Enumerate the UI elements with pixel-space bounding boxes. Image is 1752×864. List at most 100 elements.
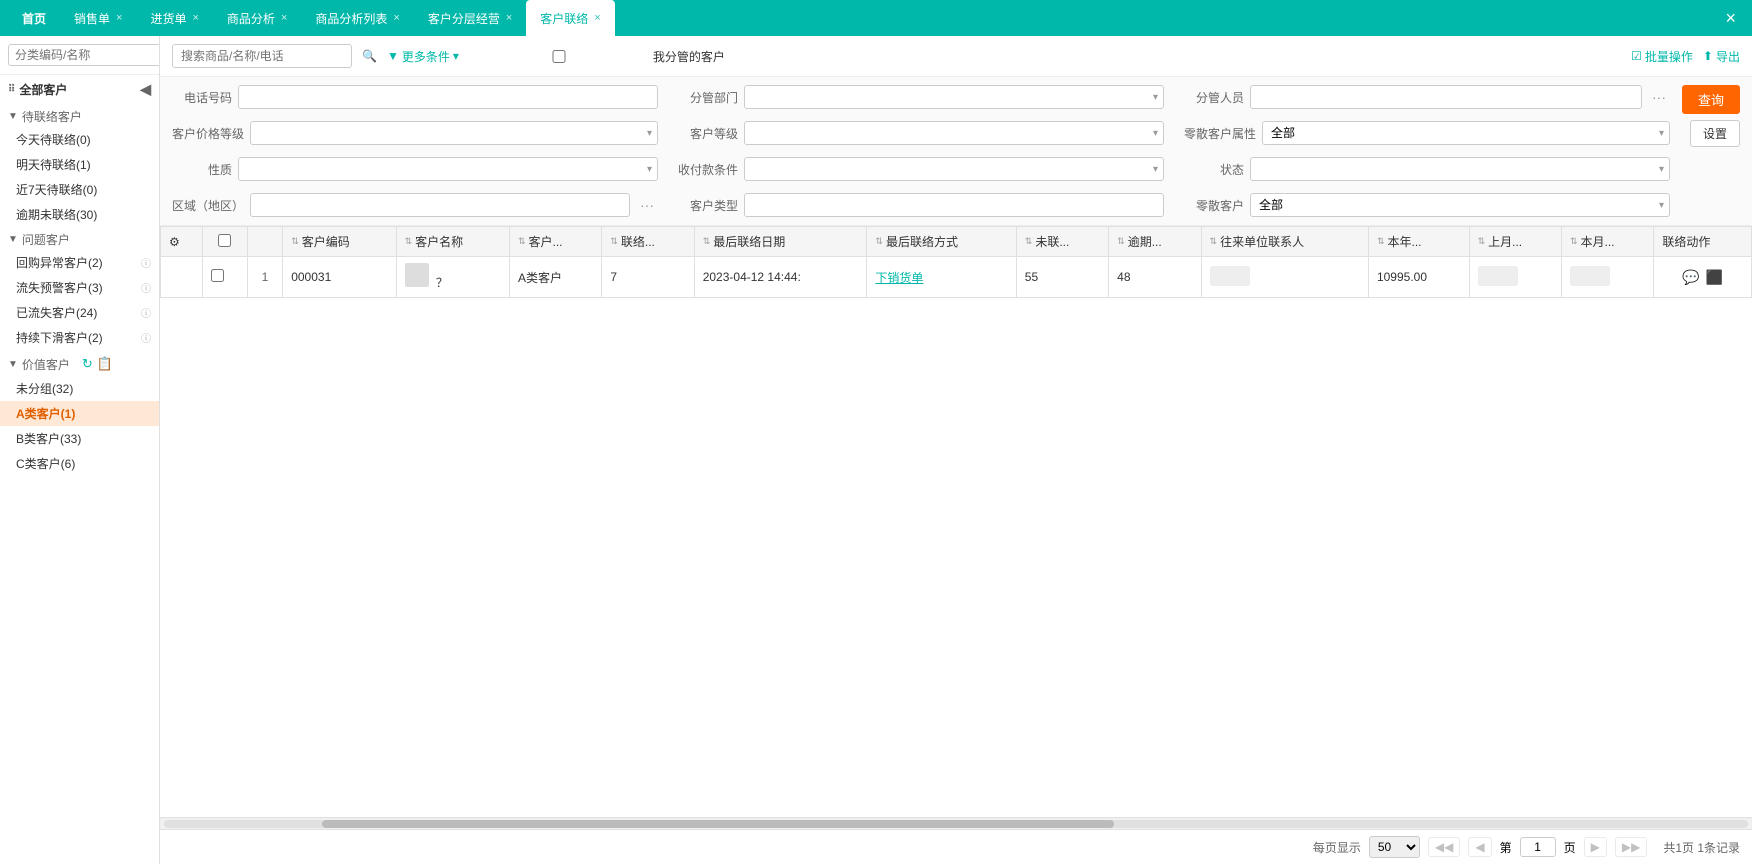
nav-tab-home[interactable]: 首页 (8, 0, 60, 36)
nav-tab-customer-segment[interactable]: 客户分层经营 × (414, 0, 526, 36)
sidebar-item-churned[interactable]: 已流失客户(24) ⓘ (0, 300, 159, 325)
first-page-button[interactable]: ◀◀ (1428, 837, 1460, 857)
group-value-customer[interactable]: ▼ 价值客户 ↻ 📋 (0, 350, 159, 376)
person-dots-button[interactable]: ··· (1648, 89, 1670, 105)
person-input[interactable] (1250, 85, 1642, 109)
nav-tab-customer-contact-close[interactable]: × (594, 12, 600, 24)
filter-cell-customer-type: 客户类型 (678, 193, 1164, 217)
close-all-button[interactable]: × (1717, 8, 1744, 29)
batch-op-icon: ☑ (1631, 49, 1642, 63)
region-input[interactable] (250, 193, 630, 217)
problem-customer-label: 问题客户 (22, 231, 70, 248)
payment-select[interactable] (744, 157, 1164, 181)
filter-settings-button[interactable]: 设置 (1690, 120, 1740, 147)
nav-tab-goods-analysis[interactable]: 商品分析 × (213, 0, 301, 36)
sidebar-item-7days[interactable]: 近7天待联络(0) (0, 177, 159, 202)
nav-tab-sales[interactable]: 销售单 × (60, 0, 136, 36)
nature-select[interactable] (238, 157, 658, 181)
table-col-contact[interactable]: ⇅ 联络... (602, 227, 694, 257)
nav-tab-purchase-close[interactable]: × (192, 12, 198, 24)
sidebar-search-input[interactable] (8, 44, 160, 66)
row-lcw-link[interactable]: 下销货单 (875, 271, 923, 285)
next-page-button[interactable]: ▶ (1584, 837, 1607, 857)
table-col-checkbox[interactable] (202, 227, 247, 257)
table-col-type[interactable]: ⇅ 客户... (509, 227, 601, 257)
value-customer-label: 价值客户 (22, 356, 70, 373)
search-input[interactable] (172, 44, 352, 68)
prev-page-button[interactable]: ◀ (1468, 837, 1491, 857)
sidebar-item-overdue[interactable]: 逾期未联络(30) (0, 202, 159, 227)
filter-cell-nature: 性质 ▾ (172, 157, 658, 181)
sidebar-item-churn-warning[interactable]: 流失预警客户(3) ⓘ (0, 275, 159, 300)
info-icon-2[interactable]: ⓘ (141, 280, 151, 295)
sidebar-item-tomorrow[interactable]: 明天待联络(1) (0, 152, 159, 177)
nav-tab-goods-list-close[interactable]: × (393, 12, 399, 24)
group-pending-contact[interactable]: ▼ 待联络客户 (0, 104, 159, 127)
table-col-settings[interactable]: ⚙ (161, 227, 203, 257)
qr-icon[interactable]: ⬛ (1706, 269, 1723, 286)
col-ca-label: 联络动作 (1662, 233, 1710, 250)
dept-select[interactable] (744, 85, 1164, 109)
refresh-icon[interactable]: ↻ (82, 356, 93, 372)
table-col-no-contact[interactable]: ⇅ 未联... (1016, 227, 1108, 257)
horizontal-scrollbar[interactable] (160, 817, 1752, 829)
sidebar-item-ungrouped[interactable]: 未分组(32) (0, 376, 159, 401)
sidebar-item-c-class[interactable]: C类客户(6) (0, 451, 159, 476)
table-col-name[interactable]: ⇅ 客户名称 (396, 227, 509, 257)
export-button[interactable]: ⬆ 导出 (1703, 48, 1740, 65)
nav-tab-goods-list[interactable]: 商品分析列表 × (301, 0, 413, 36)
more-filters-button[interactable]: ▼ 更多条件 ▾ (387, 48, 459, 65)
sidebar-item-repurchase-abnormal[interactable]: 回购异常客户(2) ⓘ (0, 250, 159, 275)
chat-icon[interactable]: 💬 (1682, 269, 1699, 286)
sidebar-item-today[interactable]: 今天待联络(0) (0, 127, 159, 152)
table-col-code[interactable]: ⇅ 客户编码 (283, 227, 396, 257)
page-size-select[interactable]: 50 20 100 200 (1369, 836, 1420, 858)
row-settings (161, 257, 203, 298)
price-level-select[interactable] (250, 121, 658, 145)
table-col-last-contact-way[interactable]: ⇅ 最后联络方式 (867, 227, 1016, 257)
table-col-this-year[interactable]: ⇅ 本年... (1368, 227, 1469, 257)
nav-tab-customer-segment-close[interactable]: × (506, 12, 512, 24)
retail-attr-select[interactable]: 全部 (1262, 121, 1670, 145)
nav-tab-goods-analysis-close[interactable]: × (281, 12, 287, 24)
filter-search-icon[interactable]: 🔍 (362, 49, 377, 63)
sidebar-item-b-class[interactable]: B类客户(33) (0, 426, 159, 451)
content-area: 🔍 ▼ 更多条件 ▾ 我分管的客户 ☑ 批量操作 ⬆ 导出 (160, 36, 1752, 864)
all-customers-label: 全部客户 (19, 81, 67, 98)
table-col-last-month[interactable]: ⇅ 上月... (1469, 227, 1561, 257)
retail-customer-select[interactable]: 全部 (1250, 193, 1670, 217)
sidebar-item-declining[interactable]: 持续下滑客户(2) ⓘ (0, 325, 159, 350)
batch-op-button[interactable]: ☑ 批量操作 (1631, 48, 1693, 65)
scrollbar-thumb[interactable] (322, 820, 1114, 828)
nav-tab-sales-close[interactable]: × (116, 12, 122, 24)
my-customers-checkbox[interactable] (469, 50, 649, 63)
last-page-button[interactable]: ▶▶ (1615, 837, 1647, 857)
table-col-last-contact-date[interactable]: ⇅ 最后联络日期 (694, 227, 867, 257)
main-layout: 🔍 ⠿ 全部客户 ◀ ▼ 待联络客户 今天待联络(0) 明天待联络(1) 近7天… (0, 36, 1752, 864)
nav-tab-customer-contact[interactable]: 客户联络 × (526, 0, 614, 36)
row-select-checkbox[interactable] (211, 269, 224, 282)
info-icon-4[interactable]: ⓘ (141, 330, 151, 345)
table-col-overdue[interactable]: ⇅ 逾期... (1109, 227, 1201, 257)
page-number-input[interactable] (1520, 837, 1556, 857)
info-icon-1[interactable]: ⓘ (141, 255, 151, 270)
all-customers-header[interactable]: ⠿ 全部客户 ◀ (0, 75, 159, 104)
sidebar-item-a-class[interactable]: A类客户(1) (0, 401, 159, 426)
table-col-past-contact[interactable]: ⇅ 往来单位联系人 (1201, 227, 1368, 257)
table-col-this-month[interactable]: ⇅ 本月... (1561, 227, 1653, 257)
row-checkbox[interactable] (202, 257, 247, 298)
customer-level-select[interactable] (744, 121, 1164, 145)
collapse-sidebar-button[interactable]: ◀ (140, 81, 151, 98)
select-all-checkbox[interactable] (218, 234, 231, 247)
query-button[interactable]: 查询 (1682, 85, 1740, 114)
nav-tab-purchase[interactable]: 进货单 × (136, 0, 212, 36)
info-icon-3[interactable]: ⓘ (141, 305, 151, 320)
my-customers-label: 我分管的客户 (653, 48, 725, 65)
add-group-icon[interactable]: 📋 (97, 356, 113, 372)
group-problem-customer[interactable]: ▼ 问题客户 (0, 227, 159, 250)
region-dots-button[interactable]: ··· (636, 197, 658, 213)
phone-input[interactable] (238, 85, 658, 109)
row-lm-box (1478, 266, 1518, 286)
customer-type-input[interactable] (744, 193, 1164, 217)
status-select[interactable] (1250, 157, 1670, 181)
